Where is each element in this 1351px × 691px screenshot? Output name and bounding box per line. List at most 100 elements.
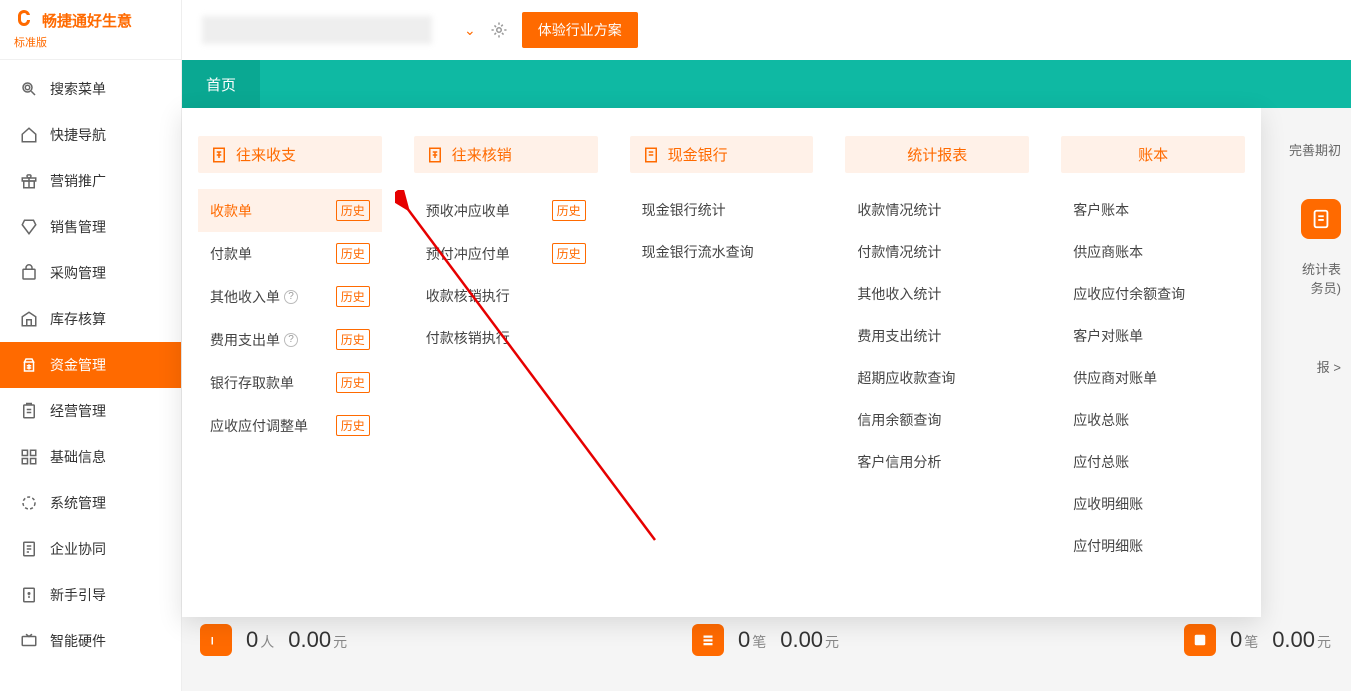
sidebar-item-basicinfo[interactable]: 基础信息 [0, 434, 181, 480]
help-icon[interactable]: ? [284, 290, 298, 304]
menu-item-ar-ap-balance[interactable]: 应收应付余额查询 [1061, 273, 1245, 315]
menu-item-bank-transfer[interactable]: 银行存取款单历史 [198, 361, 382, 404]
menu-item-ar-detail[interactable]: 应收明细账 [1061, 483, 1245, 525]
sidebar-item-marketing[interactable]: 营销推广 [0, 158, 181, 204]
history-tag[interactable]: 历史 [336, 415, 370, 436]
menu-item-expense-stats[interactable]: 费用支出统计 [845, 315, 1029, 357]
mega-col-transactions: 往来收支 收款单历史 付款单历史 其他收入单?历史 费用支出单?历史 银行存取款… [182, 136, 398, 567]
menu-item-ar-general[interactable]: 应收总账 [1061, 399, 1245, 441]
menu-item-cashbank-flow[interactable]: 现金银行流水查询 [630, 231, 814, 273]
history-tag[interactable]: 历史 [336, 200, 370, 221]
col-header-ledgers: 账本 [1061, 136, 1245, 173]
menu-item-prepay-offset[interactable]: 预付冲应付单历史 [414, 232, 598, 275]
sidebar-item-system[interactable]: 系统管理 [0, 480, 181, 526]
menu-item-credit-balance[interactable]: 信用余额查询 [845, 399, 1029, 441]
sidebar-item-sales[interactable]: 销售管理 [0, 204, 181, 250]
clipboard-icon [20, 402, 38, 420]
tenant-name-blurred [202, 16, 432, 44]
grid-icon [20, 448, 38, 466]
gear-icon[interactable] [490, 21, 508, 39]
tabs-bar: 首页 [182, 60, 1351, 108]
brand-name: 畅捷通好生意 [42, 10, 132, 31]
menu-item-customer-credit[interactable]: 客户信用分析 [845, 441, 1029, 483]
mega-menu-panel: 往来收支 收款单历史 付款单历史 其他收入单?历史 费用支出单?历史 银行存取款… [182, 108, 1261, 617]
receipt-icon [642, 146, 660, 164]
sidebar-item-business[interactable]: 经营管理 [0, 388, 181, 434]
help-icon[interactable]: ? [284, 333, 298, 347]
cta-industry-button[interactable]: 体验行业方案 [522, 12, 638, 48]
sidebar-item-purchase[interactable]: 采购管理 [0, 250, 181, 296]
col-header-reports: 统计报表 [845, 136, 1029, 173]
menu-item-customer-statement[interactable]: 客户对账单 [1061, 315, 1245, 357]
stat-orders-icon-2 [1184, 624, 1216, 656]
sidebar-menu: 搜索菜单 快捷导航 营销推广 销售管理 采购管理 库存核算 资金管理 经营管理 … [0, 60, 181, 664]
menu-item-supplier-statement[interactable]: 供应商对账单 [1061, 357, 1245, 399]
sidebar-item-guide[interactable]: 新手引导 [0, 572, 181, 618]
money-icon [20, 356, 38, 374]
mega-col-writeoff: 往来核销 预收冲应收单历史 预付冲应付单历史 收款核销执行 付款核销执行 [398, 136, 614, 567]
mega-col-ledgers: 账本 客户账本 供应商账本 应收应付余额查询 客户对账单 供应商对账单 应收总账… [1045, 136, 1261, 567]
menu-item-ap-detail[interactable]: 应付明细账 [1061, 525, 1245, 567]
menu-item-payment-writeoff[interactable]: 付款核销执行 [414, 317, 598, 359]
history-tag[interactable]: 历史 [336, 243, 370, 264]
hint-report[interactable]: 报 > [1265, 357, 1341, 376]
sidebar-item-collab[interactable]: 企业协同 [0, 526, 181, 572]
history-tag[interactable]: 历史 [336, 329, 370, 350]
logo-area: 畅捷通好生意 标准版 [0, 0, 181, 60]
tenant-dropdown-caret[interactable]: ⌄ [464, 22, 476, 39]
home-icon [20, 126, 38, 144]
menu-item-other-income[interactable]: 其他收入单?历史 [198, 275, 382, 318]
warehouse-icon [20, 310, 38, 328]
brand-edition: 标准版 [14, 34, 169, 50]
guide-icon [20, 586, 38, 604]
gift-icon [20, 172, 38, 190]
diamond-icon [20, 218, 38, 236]
stat-orders-icon [692, 624, 724, 656]
menu-item-payment[interactable]: 付款单历史 [198, 232, 382, 275]
col-header-writeoff: 往来核销 [414, 136, 598, 173]
menu-item-receipt-stats[interactable]: 收款情况统计 [845, 189, 1029, 231]
col-header-cashbank: 现金银行 [630, 136, 814, 173]
tab-home[interactable]: 首页 [182, 60, 260, 108]
menu-item-receipt[interactable]: 收款单历史 [198, 189, 382, 232]
history-tag[interactable]: 历史 [336, 372, 370, 393]
brand-logo-icon [12, 8, 36, 32]
menu-item-supplier-ledger[interactable]: 供应商账本 [1061, 231, 1245, 273]
hint-stats: 统计表务员) [1265, 259, 1341, 297]
history-tag[interactable]: 历史 [552, 243, 586, 264]
sidebar-item-finance[interactable]: 资金管理 [0, 342, 181, 388]
col-header-transactions: 往来收支 [198, 136, 382, 173]
sidebar-item-quicknav[interactable]: 快捷导航 [0, 112, 181, 158]
mega-col-cashbank: 现金银行 现金银行统计 现金银行流水查询 [614, 136, 830, 567]
sidebar: 畅捷通好生意 标准版 搜索菜单 快捷导航 营销推广 销售管理 采购管理 库存核算… [0, 0, 182, 691]
stat-card-orders: 0笔 0.00元 [692, 624, 839, 656]
tv-icon [20, 632, 38, 650]
sidebar-item-hardware[interactable]: 智能硬件 [0, 618, 181, 664]
sidebar-item-search[interactable]: 搜索菜单 [0, 66, 181, 112]
history-tag[interactable]: 历史 [336, 286, 370, 307]
menu-item-receipt-writeoff[interactable]: 收款核销执行 [414, 275, 598, 317]
menu-item-cashbank-stats[interactable]: 现金银行统计 [630, 189, 814, 231]
report-badge-icon[interactable] [1301, 199, 1341, 239]
bottom-stats: 0人 0.00元 0笔 0.00元 0笔 0.00元 [200, 624, 1331, 656]
menu-item-other-income-stats[interactable]: 其他收入统计 [845, 273, 1029, 315]
right-hints: 完善期初 统计表务员) 报 > [1265, 140, 1351, 396]
top-bar: ⌄ 体验行业方案 [182, 0, 1351, 60]
receipt-icon [210, 146, 228, 164]
hint-init: 完善期初 [1265, 140, 1341, 159]
menu-item-customer-ledger[interactable]: 客户账本 [1061, 189, 1245, 231]
menu-item-ar-ap-adjust[interactable]: 应收应付调整单历史 [198, 404, 382, 447]
menu-item-prereceipt-offset[interactable]: 预收冲应收单历史 [414, 189, 598, 232]
search-icon [20, 80, 38, 98]
doc-icon [20, 540, 38, 558]
stat-card-people: 0人 0.00元 [200, 624, 347, 656]
menu-item-ap-general[interactable]: 应付总账 [1061, 441, 1245, 483]
cart-icon [20, 264, 38, 282]
stat-card-orders-2: 0笔 0.00元 [1184, 624, 1331, 656]
menu-item-payment-stats[interactable]: 付款情况统计 [845, 231, 1029, 273]
history-tag[interactable]: 历史 [552, 200, 586, 221]
menu-item-expense[interactable]: 费用支出单?历史 [198, 318, 382, 361]
mega-col-reports: 统计报表 收款情况统计 付款情况统计 其他收入统计 费用支出统计 超期应收款查询… [829, 136, 1045, 567]
sidebar-item-inventory[interactable]: 库存核算 [0, 296, 181, 342]
menu-item-overdue-ar[interactable]: 超期应收款查询 [845, 357, 1029, 399]
